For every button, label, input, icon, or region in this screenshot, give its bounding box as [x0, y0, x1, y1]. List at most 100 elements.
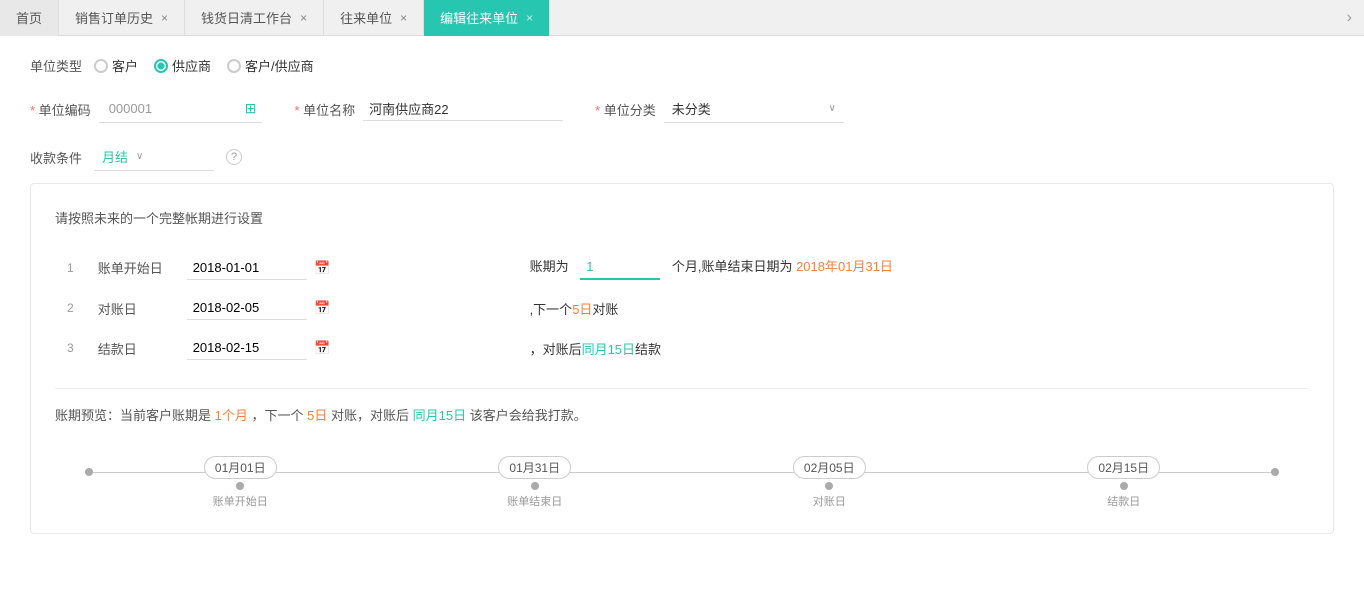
timeline-left-end: [85, 456, 93, 476]
timeline-right-end: [1271, 456, 1279, 476]
preview-p2: 5日: [307, 408, 327, 423]
payment-arrow: ∨: [136, 151, 143, 162]
unit-code-input[interactable]: [103, 97, 243, 120]
tab-partner-label: 往来单位: [340, 8, 392, 27]
calendar-icon-2[interactable]: 📅: [314, 300, 330, 315]
step-2-date-input[interactable]: [187, 296, 307, 320]
tab-cash-work-close[interactable]: ×: [300, 11, 307, 25]
tab-edit-partner-close[interactable]: ×: [526, 11, 533, 25]
tab-sales-history[interactable]: 销售订单历史 ×: [59, 0, 185, 36]
timeline-dot-1: [236, 482, 244, 490]
radio-supplier-label: 供应商: [172, 56, 211, 75]
step-1-period-before: 账期为: [530, 259, 569, 274]
step-2-prefix: ,下一个: [530, 302, 573, 317]
radio-supplier[interactable]: 供应商: [154, 56, 211, 75]
step-1-desc: 账期为 个月,账单结束日期为 2018年01月31日: [518, 247, 1309, 288]
step-1-label: 账单开始日: [86, 247, 175, 288]
preview-section: 账期预览：当前客户账期是 1个月 ，下一个 5日 对账，对账后 同月15日 该客…: [55, 388, 1309, 440]
unit-name-input[interactable]: [363, 97, 563, 121]
unit-category-group: 单位分类 未分类 ∨: [595, 95, 844, 123]
unit-name-group: 单位名称: [294, 97, 563, 121]
timeline-dot-2: [531, 482, 539, 490]
card-instruction: 请按照未来的一个完整帐期进行设置: [55, 208, 1309, 227]
radio-supplier-circle: [154, 59, 168, 73]
timeline-label-3: 对账日: [813, 493, 846, 509]
step-3-num: 3: [55, 328, 86, 368]
step-3-date-input[interactable]: [187, 336, 307, 360]
step-2-label: 对账日: [86, 288, 175, 328]
step-1-date-input[interactable]: [187, 256, 307, 280]
step-1-num: 1: [55, 247, 86, 288]
timeline-point-3: 02月05日 对账日: [682, 456, 977, 509]
timeline-dot-4: [1120, 482, 1128, 490]
step-2-desc: ,下一个5日对账: [518, 288, 1309, 328]
radio-customer-label: 客户: [112, 56, 138, 75]
step-1-date-cell: 📅: [175, 247, 518, 288]
timeline-dot-3: [825, 482, 833, 490]
timeline-label-2: 账单结束日: [507, 493, 562, 509]
timeline-point-1: 01月01日 账单开始日: [93, 456, 388, 509]
tab-cash-work[interactable]: 钱货日清工作台 ×: [185, 0, 324, 36]
radio-both[interactable]: 客户/供应商: [227, 56, 314, 75]
preview-mid1: ，下一个: [252, 408, 304, 423]
payment-help-icon[interactable]: ?: [226, 149, 242, 165]
step-1-period-input[interactable]: [580, 255, 660, 280]
tab-partner[interactable]: 往来单位 ×: [324, 0, 424, 36]
step-1-period-suffix: 个月,账单结束日期为: [672, 259, 793, 274]
unit-category-value: 未分类: [672, 99, 711, 118]
unit-code-icon[interactable]: ⊞: [243, 100, 259, 117]
timeline-point-4: 02月15日 结款日: [977, 456, 1272, 509]
calendar-icon-1[interactable]: 📅: [314, 260, 330, 275]
timeline-badge-1: 01月01日: [204, 456, 277, 479]
step-2-suffix: 对账: [592, 302, 618, 317]
step-3-date-cell: 📅: [175, 328, 518, 368]
tab-home[interactable]: 首页: [0, 0, 59, 36]
step-3-row: 3 结款日 📅 ，对账后同月15日结款: [55, 328, 1309, 368]
unit-type-label: 单位类型: [30, 56, 82, 75]
tab-expand-btn[interactable]: ›: [1335, 9, 1364, 27]
preview-p3: 同月15日: [413, 408, 466, 423]
step-3-label: 结款日: [86, 328, 175, 368]
radio-both-label: 客户/供应商: [245, 56, 314, 75]
step-2-highlight: 5日: [572, 302, 592, 317]
tab-home-label: 首页: [16, 8, 42, 27]
unit-name-label: 单位名称: [294, 100, 355, 119]
tab-partner-close[interactable]: ×: [400, 11, 407, 25]
unit-info-row: 单位编码 ⊞ 单位名称 单位分类 未分类 ∨: [30, 95, 1334, 123]
payment-row: 收款条件 月结 ∨ ?: [30, 143, 1334, 171]
step-3-prefix: ，对账后: [530, 342, 582, 357]
radio-customer-circle: [94, 59, 108, 73]
unit-category-arrow: ∨: [828, 103, 835, 114]
step-2-num: 2: [55, 288, 86, 328]
step-2-row: 2 对账日 📅 ,下一个5日对账: [55, 288, 1309, 328]
unit-category-label: 单位分类: [595, 100, 656, 119]
step-3-highlight: 同月15日: [582, 342, 635, 357]
unit-category-dropdown[interactable]: 未分类 ∨: [664, 95, 844, 123]
tab-sales-history-close[interactable]: ×: [161, 11, 168, 25]
preview-mid2: 对账，对账后: [331, 408, 409, 423]
calendar-icon-3[interactable]: 📅: [314, 340, 330, 355]
unit-code-group: 单位编码 ⊞: [30, 95, 262, 123]
timeline-badge-3: 02月05日: [793, 456, 866, 479]
preview-p1: 1个月: [215, 408, 248, 423]
unit-type-radio-group: 客户 供应商 客户/供应商: [94, 56, 314, 75]
main-content: 单位类型 客户 供应商 客户/供应商 单位编码 ⊞: [0, 36, 1364, 608]
payment-value: 月结: [102, 147, 128, 166]
step-3-suffix: 结款: [635, 342, 661, 357]
payment-dropdown[interactable]: 月结 ∨: [94, 143, 214, 171]
timeline-badge-2: 01月31日: [498, 456, 571, 479]
timeline-label-1: 账单开始日: [213, 493, 268, 509]
timeline-label-4: 结款日: [1107, 493, 1140, 509]
payment-label: 收款条件: [30, 148, 82, 167]
tab-edit-partner-label: 编辑往来单位: [440, 8, 518, 27]
radio-customer[interactable]: 客户: [94, 56, 138, 75]
tab-edit-partner[interactable]: 编辑往来单位 ×: [424, 0, 550, 36]
timeline-point-2: 01月31日 账单结束日: [388, 456, 683, 509]
radio-both-circle: [227, 59, 241, 73]
preview-prefix: 账期预览：当前客户账期是: [55, 408, 211, 423]
timeline-badge-4: 02月15日: [1087, 456, 1160, 479]
tab-bar: 首页 销售订单历史 × 钱货日清工作台 × 往来单位 × 编辑往来单位 × ›: [0, 0, 1364, 36]
steps-table: 1 账单开始日 📅 账期为 个月,账单结束日期为 2018年01月31日: [55, 247, 1309, 368]
step-2-date-cell: 📅: [175, 288, 518, 328]
unit-code-label: 单位编码: [30, 100, 91, 119]
